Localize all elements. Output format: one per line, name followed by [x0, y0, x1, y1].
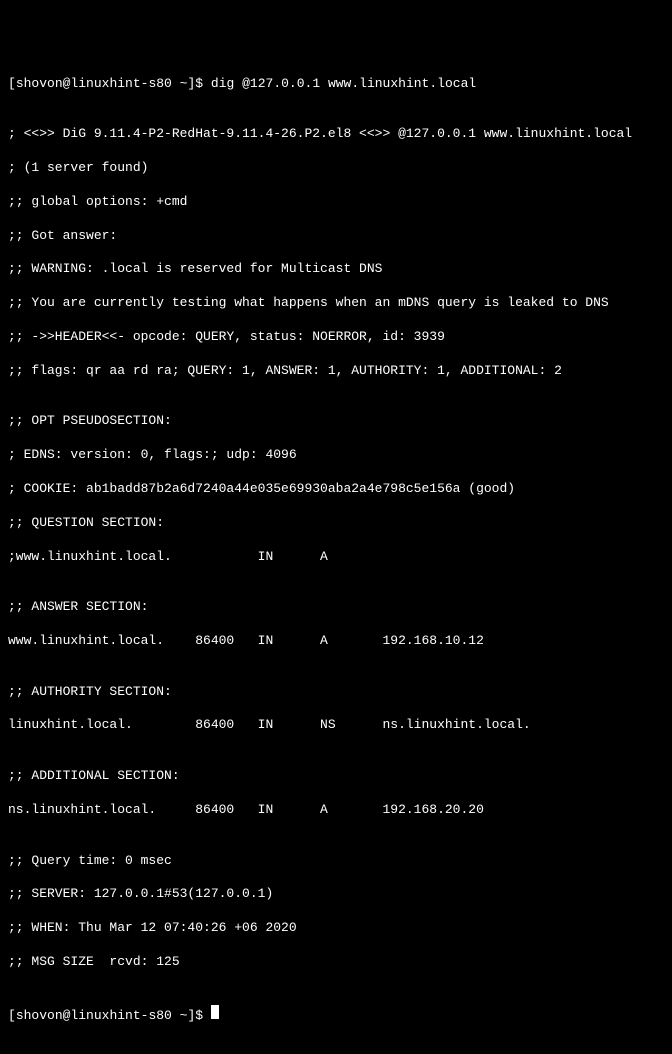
authority-record: linuxhint.local. 86400 IN NS ns.linuxhin… — [8, 717, 672, 734]
cookie-line: ; COOKIE: ab1badd87b2a6d7240a44e035e6993… — [8, 481, 672, 498]
testing-line: ;; You are currently testing what happen… — [8, 295, 672, 312]
edns-line: ; EDNS: version: 0, flags:; udp: 4096 — [8, 447, 672, 464]
prompt-symbol: $ — [195, 1008, 203, 1023]
global-options: ;; global options: +cmd — [8, 194, 672, 211]
prompt-path: ~ — [180, 1008, 188, 1023]
prompt-host: linuxhint-s80 — [70, 76, 171, 91]
header-line: ;; ->>HEADER<<- opcode: QUERY, status: N… — [8, 329, 672, 346]
additional-section-header: ;; ADDITIONAL SECTION: — [8, 768, 672, 785]
flags-line: ;; flags: qr aa rd ra; QUERY: 1, ANSWER:… — [8, 363, 672, 380]
question-record: ;www.linuxhint.local. IN A — [8, 549, 672, 566]
query-time: ;; Query time: 0 msec — [8, 853, 672, 870]
prompt-path: ~ — [180, 76, 188, 91]
answer-section-header: ;; ANSWER SECTION: — [8, 599, 672, 616]
command-text: dig @127.0.0.1 www.linuxhint.local — [211, 76, 476, 91]
msg-size: ;; MSG SIZE rcvd: 125 — [8, 954, 672, 971]
prompt-line-2[interactable]: [shovon@linuxhint-s80 ~]$ — [8, 1005, 672, 1025]
got-answer: ;; Got answer: — [8, 228, 672, 245]
opt-section-header: ;; OPT PSEUDOSECTION: — [8, 413, 672, 430]
dig-banner: ; <<>> DiG 9.11.4-P2-RedHat-9.11.4-26.P2… — [8, 126, 672, 143]
cursor-icon — [211, 1005, 219, 1019]
additional-record: ns.linuxhint.local. 86400 IN A 192.168.2… — [8, 802, 672, 819]
server-found: ; (1 server found) — [8, 160, 672, 177]
question-section-header: ;; QUESTION SECTION: — [8, 515, 672, 532]
warning-line: ;; WARNING: .local is reserved for Multi… — [8, 261, 672, 278]
terminal-window[interactable]: [shovon@linuxhint-s80 ~]$ dig @127.0.0.1… — [8, 76, 672, 1025]
authority-section-header: ;; AUTHORITY SECTION: — [8, 684, 672, 701]
prompt-line-1: [shovon@linuxhint-s80 ~]$ dig @127.0.0.1… — [8, 76, 672, 93]
answer-record: www.linuxhint.local. 86400 IN A 192.168.… — [8, 633, 672, 650]
prompt-user: shovon — [16, 1008, 63, 1023]
when-line: ;; WHEN: Thu Mar 12 07:40:26 +06 2020 — [8, 920, 672, 937]
prompt-user: shovon — [16, 76, 63, 91]
prompt-symbol: $ — [195, 76, 203, 91]
prompt-host: linuxhint-s80 — [70, 1008, 171, 1023]
server-line: ;; SERVER: 127.0.0.1#53(127.0.0.1) — [8, 886, 672, 903]
